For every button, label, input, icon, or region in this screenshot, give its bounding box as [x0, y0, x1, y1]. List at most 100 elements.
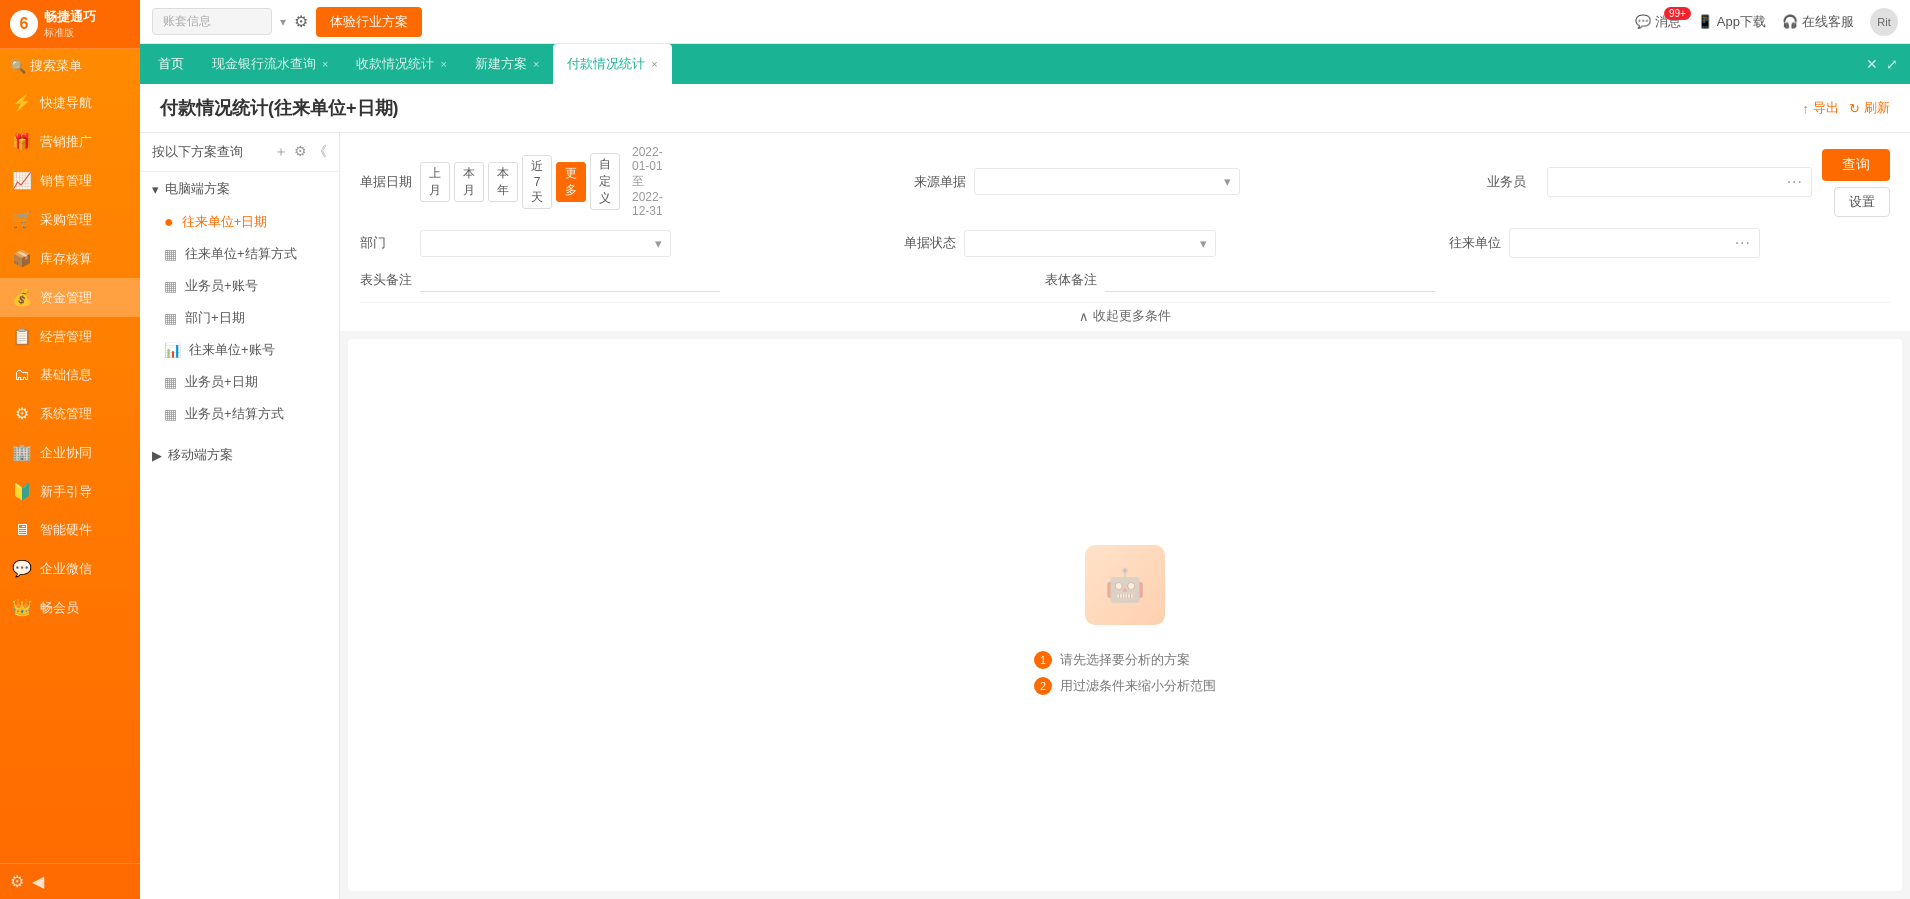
this-month-label: 本月 — [463, 166, 475, 197]
finance-icon: 💰 — [12, 288, 32, 307]
scheme-item-icon-2: ▦ — [164, 246, 177, 262]
sidebar-item-quick-nav[interactable]: ⚡ 快捷导航 — [0, 83, 140, 122]
source-doc-dropdown[interactable]: ▾ — [974, 168, 1239, 195]
expand-icon[interactable]: ⤢ — [1886, 56, 1898, 72]
settings-bottom-icon[interactable]: ⚙ — [10, 872, 24, 891]
sidebar-item-sales[interactable]: 📈 销售管理 — [0, 161, 140, 200]
sidebar-item-label: 畅会员 — [40, 599, 79, 617]
custom-btn[interactable]: 自定义 — [590, 153, 620, 210]
account-dropdown-icon[interactable]: ▾ — [280, 15, 286, 29]
scheme-item-salesman-settle[interactable]: ▦ 业务员+结算方式 — [140, 398, 339, 430]
sidebar-item-label: 企业协同 — [40, 444, 92, 462]
tab-income-close[interactable]: × — [440, 58, 446, 70]
message-btn[interactable]: 💬 消息 99+ — [1635, 13, 1681, 31]
scheme-item-counterpart-account[interactable]: 📊 往来单位+账号 — [140, 334, 339, 366]
refresh-icon: ↻ — [1849, 101, 1860, 116]
sidebar-item-guide[interactable]: 🔰 新手引导 — [0, 472, 140, 511]
scheme-item-salesman-account[interactable]: ▦ 业务员+账号 — [140, 270, 339, 302]
scheme-panel: 按以下方案查询 ＋ ⚙ 《 ▾ 电脑端方案 ● 往来单位+日期 — [140, 133, 340, 899]
step-1-text: 请先选择要分析的方案 — [1060, 651, 1190, 669]
sidebar-item-basic[interactable]: 🗂 基础信息 — [0, 356, 140, 394]
topbar-gear-icon[interactable]: ⚙ — [294, 12, 308, 31]
sidebar-item-inventory[interactable]: 📦 库存核算 — [0, 239, 140, 278]
sidebar-item-finance[interactable]: 💰 资金管理 — [0, 278, 140, 317]
collapse-row: ∧ 收起更多条件 — [360, 302, 1890, 331]
user-avatar[interactable]: Rit — [1870, 8, 1898, 36]
account-selector[interactable]: 账套信息 — [152, 8, 272, 35]
service-btn[interactable]: 🎧 在线客服 — [1782, 13, 1854, 31]
doc-status-dropdown[interactable]: ▾ — [964, 230, 1215, 257]
topbar: 账套信息 ▾ ⚙ 体验行业方案 💬 消息 99+ 📱 App下载 🎧 在线客服 … — [140, 0, 1910, 44]
scheme-item-counterpart-settle[interactable]: ▦ 往来单位+结算方式 — [140, 238, 339, 270]
page-actions: ↑ 导出 ↻ 刷新 — [1803, 99, 1891, 117]
settings-button[interactable]: 设置 — [1834, 187, 1890, 217]
refresh-button[interactable]: ↻ 刷新 — [1849, 99, 1890, 117]
app-download-btn[interactable]: 📱 App下载 — [1697, 13, 1766, 31]
body-note-input[interactable] — [1105, 268, 1434, 292]
sidebar-item-system[interactable]: ⚙ 系统管理 — [0, 394, 140, 433]
sidebar-item-label: 销售管理 — [40, 172, 92, 190]
last-7-btn[interactable]: 近7天 — [522, 155, 552, 209]
scheme-section-desktop-title[interactable]: ▾ 电脑端方案 — [140, 172, 339, 206]
filter-row-1: 单据日期 上月 本月 本年 近7天 更多 自定义 2022-01-01 至 20… — [360, 145, 1890, 218]
scheme-item-icon-7: ▦ — [164, 406, 177, 422]
collapse-chevron-icon: ∧ — [1079, 309, 1089, 324]
desktop-section-label: 电脑端方案 — [165, 180, 230, 198]
counterpart-dropdown[interactable]: ··· — [1509, 228, 1760, 258]
logo-icon: 6 — [10, 10, 38, 38]
last-7-label: 近7天 — [531, 159, 543, 204]
tab-bank[interactable]: 现金银行流水查询 × — [198, 44, 342, 84]
scheme-item-salesman-date[interactable]: ▦ 业务员+日期 — [140, 366, 339, 398]
tab-new-close[interactable]: × — [533, 58, 539, 70]
more-label: 更多 — [565, 166, 577, 197]
filter-row-3: 表头备注 表体备注 — [360, 268, 1890, 292]
sidebar-item-label: 库存核算 — [40, 250, 92, 268]
tab-new-label: 新建方案 — [475, 55, 527, 73]
source-doc-arrow: ▾ — [1224, 174, 1231, 189]
tab-payment[interactable]: 付款情况统计 × — [553, 44, 671, 84]
last-month-btn[interactable]: 上月 — [420, 162, 450, 202]
export-label: 导出 — [1813, 99, 1839, 117]
trial-button[interactable]: 体验行业方案 — [316, 7, 422, 37]
scheme-section-mobile-title[interactable]: ▶ 移动端方案 — [140, 438, 339, 472]
sidebar-item-wechat[interactable]: 💬 企业微信 — [0, 549, 140, 588]
sidebar-item-marketing[interactable]: 🎁 营销推广 — [0, 122, 140, 161]
export-button[interactable]: ↑ 导出 — [1803, 99, 1840, 117]
dept-label: 部门 — [360, 234, 420, 252]
sales-icon: 📈 — [12, 171, 32, 190]
this-year-btn[interactable]: 本年 — [488, 162, 518, 202]
close-all-tabs-icon[interactable]: ✕ — [1866, 56, 1878, 72]
tab-home[interactable]: 首页 — [144, 44, 198, 84]
search-menu[interactable]: 🔍 搜索菜单 — [0, 49, 140, 83]
empty-steps: 1 请先选择要分析的方案 2 用过滤条件来缩小分析范围 — [1034, 651, 1216, 695]
this-month-btn[interactable]: 本月 — [454, 162, 484, 202]
query-button[interactable]: 查询 — [1822, 149, 1890, 181]
sidebar-item-purchase[interactable]: 🛒 采购管理 — [0, 200, 140, 239]
sidebar-item-enterprise[interactable]: 🏢 企业协同 — [0, 433, 140, 472]
salesman-dropdown[interactable]: ··· — [1547, 167, 1812, 197]
scheme-item-label: 往来单位+账号 — [189, 341, 275, 359]
tab-bank-close[interactable]: × — [322, 58, 328, 70]
collapse-sidebar-icon[interactable]: ◀ — [32, 872, 44, 891]
logo-sub: 标准版 — [44, 26, 96, 40]
tab-payment-close[interactable]: × — [651, 58, 657, 70]
collapse-button[interactable]: ∧ 收起更多条件 — [1079, 307, 1171, 325]
sidebar-item-member[interactable]: 👑 畅会员 — [0, 588, 140, 627]
more-btn[interactable]: 更多 — [556, 162, 586, 202]
scheme-item-dept-date[interactable]: ▦ 部门+日期 — [140, 302, 339, 334]
scheme-settings-icon[interactable]: ⚙ — [294, 143, 307, 161]
scheme-item-counterpart-date[interactable]: ● 往来单位+日期 — [140, 206, 339, 238]
header-note-input[interactable] — [420, 268, 720, 292]
scheme-item-label: 业务员+日期 — [185, 373, 258, 391]
tab-new[interactable]: 新建方案 × — [461, 44, 553, 84]
sidebar-item-label: 经营管理 — [40, 328, 92, 346]
scheme-collapse-icon[interactable]: 《 — [313, 143, 327, 161]
service-icon: 🎧 — [1782, 14, 1798, 29]
scheme-add-icon[interactable]: ＋ — [274, 143, 288, 161]
system-icon: ⚙ — [12, 404, 32, 423]
tab-income[interactable]: 收款情况统计 × — [342, 44, 460, 84]
sidebar-item-operation[interactable]: 📋 经营管理 — [0, 317, 140, 356]
member-icon: 👑 — [12, 598, 32, 617]
dept-dropdown[interactable]: ▾ — [420, 230, 671, 257]
sidebar-item-hardware[interactable]: 🖥 智能硬件 — [0, 511, 140, 549]
